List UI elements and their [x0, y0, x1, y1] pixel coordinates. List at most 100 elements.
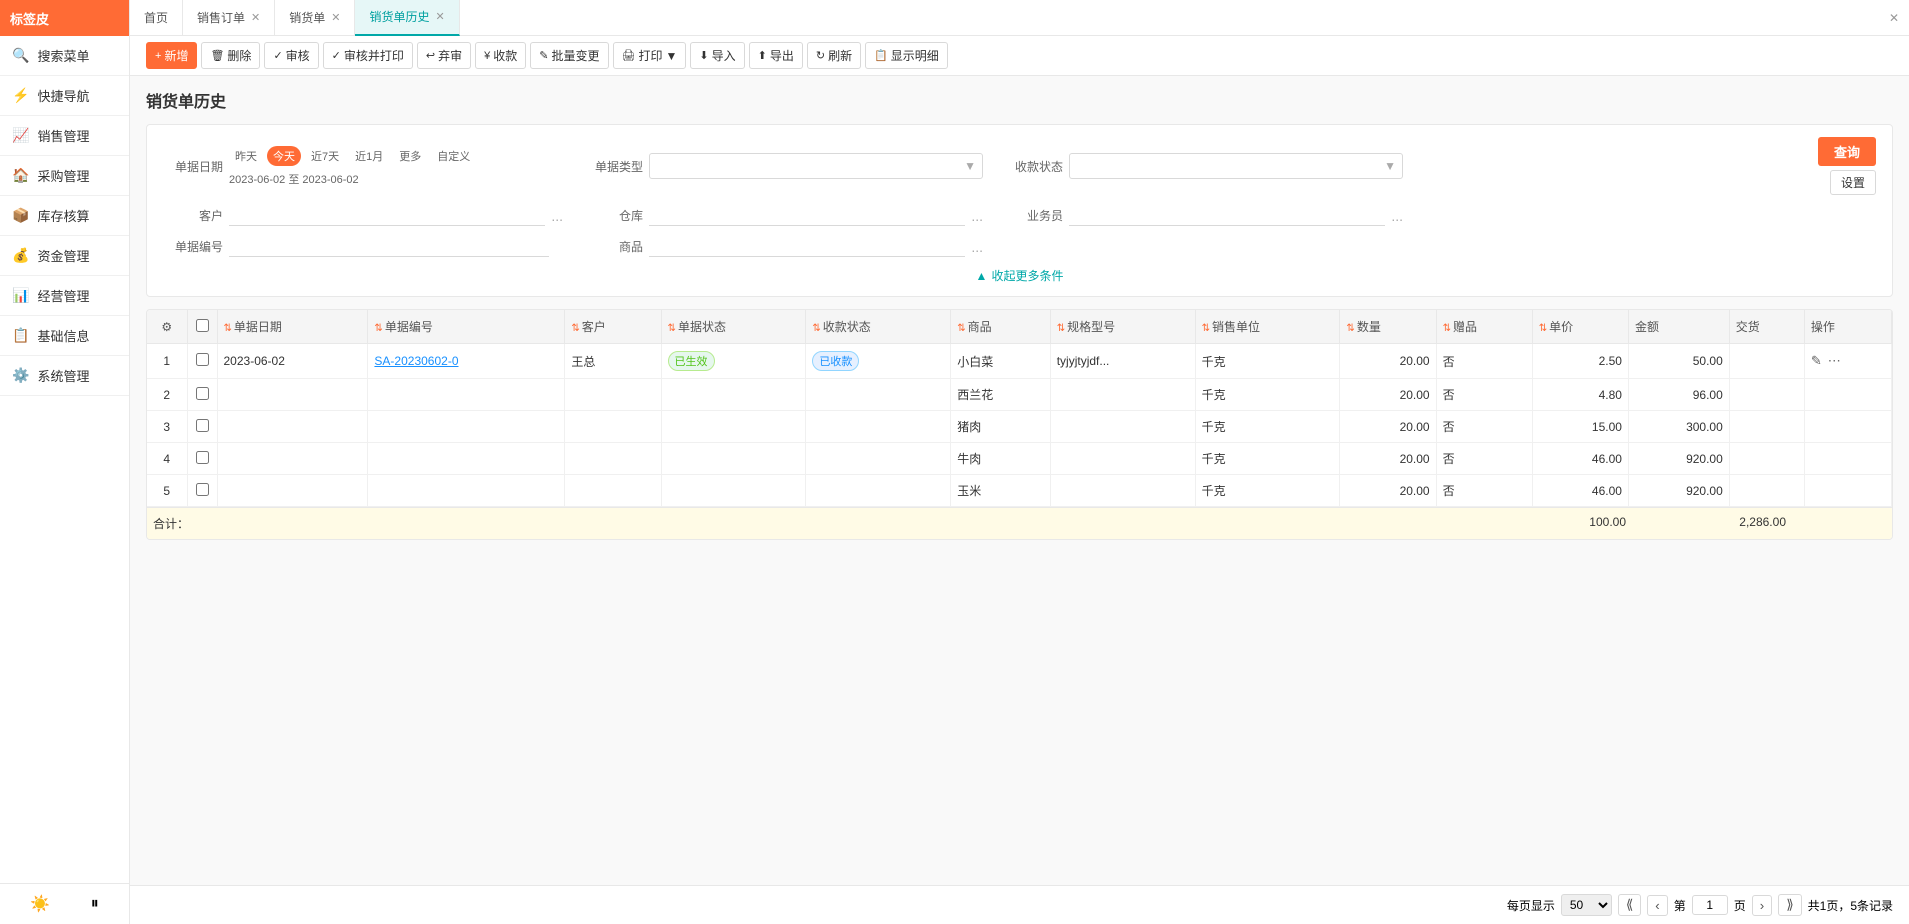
add-button[interactable]: + 新增: [146, 42, 197, 69]
goods-dots[interactable]: ...: [971, 239, 983, 255]
col-doc-date[interactable]: ⇅单据日期: [217, 310, 368, 344]
import-button[interactable]: ⬇ 导入: [690, 42, 744, 69]
batch-change-button[interactable]: ✎ 批量变更: [530, 42, 608, 69]
sidebar-item-sales-mgmt[interactable]: 📈 销售管理: [0, 116, 129, 156]
last-page-btn[interactable]: ⟫: [1778, 894, 1801, 916]
print-button[interactable]: 🖨 打印 ▼: [613, 42, 687, 69]
doc-status-badge: 已生效: [668, 351, 715, 371]
shortcut-custom[interactable]: 自定义: [431, 146, 476, 166]
col-spec[interactable]: ⇅规格型号: [1050, 310, 1195, 344]
sidebar-item-system-mgmt[interactable]: ⚙️ 系统管理: [0, 356, 129, 396]
show-detail-button[interactable]: 📋 显示明细: [865, 42, 948, 69]
sidebar-item-finance[interactable]: 💰 资金管理: [0, 236, 129, 276]
col-doc-no[interactable]: ⇅单据编号: [368, 310, 565, 344]
payment-status-input[interactable]: [1076, 156, 1384, 176]
next-page-btn[interactable]: ›: [1752, 895, 1772, 916]
sidebar-item-search-menu[interactable]: 🔍 搜索菜单: [0, 36, 129, 76]
edit-action[interactable]: ✎: [1811, 353, 1822, 369]
tab-close-sales-goods[interactable]: ✕: [331, 11, 340, 24]
query-button[interactable]: 查询: [1818, 137, 1876, 166]
tab-sales-order[interactable]: 销售订单 ✕: [183, 0, 275, 36]
doc-no-link[interactable]: SA-20230602-0: [374, 354, 458, 368]
audit-button[interactable]: ✓ 审核: [264, 42, 318, 69]
customer-input[interactable]: [229, 205, 545, 226]
sun-icon[interactable]: ☀️: [30, 894, 50, 914]
cell-checkbox: [187, 344, 217, 379]
cell-gift: 否: [1436, 443, 1532, 475]
payment-status-dropdown-icon[interactable]: ▼: [1384, 159, 1396, 173]
customer-dots[interactable]: ...: [551, 208, 563, 224]
shortcut-today[interactable]: 今天: [267, 146, 301, 166]
page-number-input[interactable]: [1692, 895, 1728, 915]
cell-rownum: 5: [147, 475, 187, 507]
page-size-select[interactable]: 50 100: [1561, 894, 1612, 916]
tab-home[interactable]: 首页: [130, 0, 183, 36]
audit-print-button[interactable]: ✓ 审核并打印: [323, 42, 413, 69]
cell-doc-date: [217, 379, 368, 411]
row-checkbox[interactable]: [196, 353, 209, 366]
doc-type-dropdown-icon[interactable]: ▼: [964, 159, 976, 173]
table-footer: 合计： 100.00 2,286.00: [147, 507, 1892, 539]
tab-sales-history[interactable]: 销货单历史 ✕: [355, 0, 459, 36]
tab-sales-goods[interactable]: 销货单 ✕: [275, 0, 355, 36]
docno-input[interactable]: [229, 236, 549, 257]
cell-goods: 猪肉: [951, 411, 1050, 443]
shortcut-more[interactable]: 更多: [393, 146, 427, 166]
cell-rownum: 3: [147, 411, 187, 443]
row-checkbox[interactable]: [196, 483, 209, 496]
tab-close-sales-order[interactable]: ✕: [251, 11, 260, 24]
warehouse-input[interactable]: [649, 205, 965, 226]
col-unit[interactable]: ⇅销售单位: [1195, 310, 1340, 344]
cell-amount: 300.00: [1628, 411, 1729, 443]
close-all-tabs[interactable]: ✕: [1879, 11, 1909, 25]
sidebar-item-label: 基础信息: [37, 326, 89, 345]
export-button[interactable]: ⬆ 导出: [749, 42, 803, 69]
select-all-checkbox[interactable]: [196, 319, 209, 332]
row-checkbox[interactable]: [196, 419, 209, 432]
refresh-button[interactable]: ↻ 刷新: [807, 42, 861, 69]
sidebar-item-base-info[interactable]: 📋 基础信息: [0, 316, 129, 356]
sidebar-item-quick-nav[interactable]: ⚡ 快捷导航: [0, 76, 129, 116]
row-checkbox[interactable]: [196, 387, 209, 400]
receive-button[interactable]: ¥ 收款: [475, 42, 526, 69]
agent-input[interactable]: [1069, 205, 1385, 226]
sort-icon: ⇅: [812, 323, 820, 334]
settings-button[interactable]: 设置: [1830, 170, 1876, 195]
col-doc-status[interactable]: ⇅单据状态: [661, 310, 806, 344]
sort-icon: ⇅: [571, 323, 579, 334]
abandon-button[interactable]: ↩ 弃审: [417, 42, 471, 69]
col-unit-price[interactable]: ⇅单价: [1532, 310, 1628, 344]
cell-unit: 千克: [1195, 443, 1340, 475]
agent-dots[interactable]: ...: [1391, 208, 1403, 224]
doc-type-input[interactable]: [656, 156, 964, 176]
cell-doc-status: 已生效: [661, 344, 806, 379]
sidebar-item-operations[interactable]: 📊 经营管理: [0, 276, 129, 316]
col-payment-status[interactable]: ⇅收款状态: [806, 310, 951, 344]
sort-icon: ⇅: [1057, 323, 1065, 334]
col-customer[interactable]: ⇅客户: [565, 310, 661, 344]
sidebar-item-inventory[interactable]: 📦 库存核算: [0, 196, 129, 236]
cell-rownum: 2: [147, 379, 187, 411]
sidebar-logo-text: 标签皮: [10, 9, 49, 28]
prev-page-btn[interactable]: ‹: [1647, 895, 1667, 916]
shortcut-1month[interactable]: 近1月: [349, 146, 389, 166]
warehouse-dots[interactable]: ...: [971, 208, 983, 224]
shortcut-yesterday[interactable]: 昨天: [229, 146, 263, 166]
row-checkbox[interactable]: [196, 451, 209, 464]
gear-icon: ⚙️: [12, 367, 29, 384]
col-quantity[interactable]: ⇅数量: [1340, 310, 1436, 344]
collapse-btn[interactable]: ▲ 收起更多条件: [163, 267, 1876, 284]
goods-input[interactable]: [649, 236, 965, 257]
first-page-btn[interactable]: ⟪: [1618, 894, 1641, 916]
col-config[interactable]: ⚙: [147, 310, 187, 344]
toolbar: + 新增 🗑 删除 ✓ 审核 ✓ 审核并打印 ↩ 弃审 ¥ 收款 ✎ 批量变更 …: [130, 36, 1909, 76]
shortcut-7days[interactable]: 近7天: [305, 146, 345, 166]
pause-icon[interactable]: ⏸: [91, 895, 99, 913]
tab-close-sales-history[interactable]: ✕: [436, 10, 445, 23]
delete-button[interactable]: 🗑 删除: [201, 42, 260, 69]
col-gift[interactable]: ⇅赠品: [1436, 310, 1532, 344]
cell-amount: 920.00: [1628, 475, 1729, 507]
sidebar-item-purchase-mgmt[interactable]: 🏠 采购管理: [0, 156, 129, 196]
more-action[interactable]: ⋯: [1828, 353, 1841, 369]
col-goods[interactable]: ⇅商品: [951, 310, 1050, 344]
